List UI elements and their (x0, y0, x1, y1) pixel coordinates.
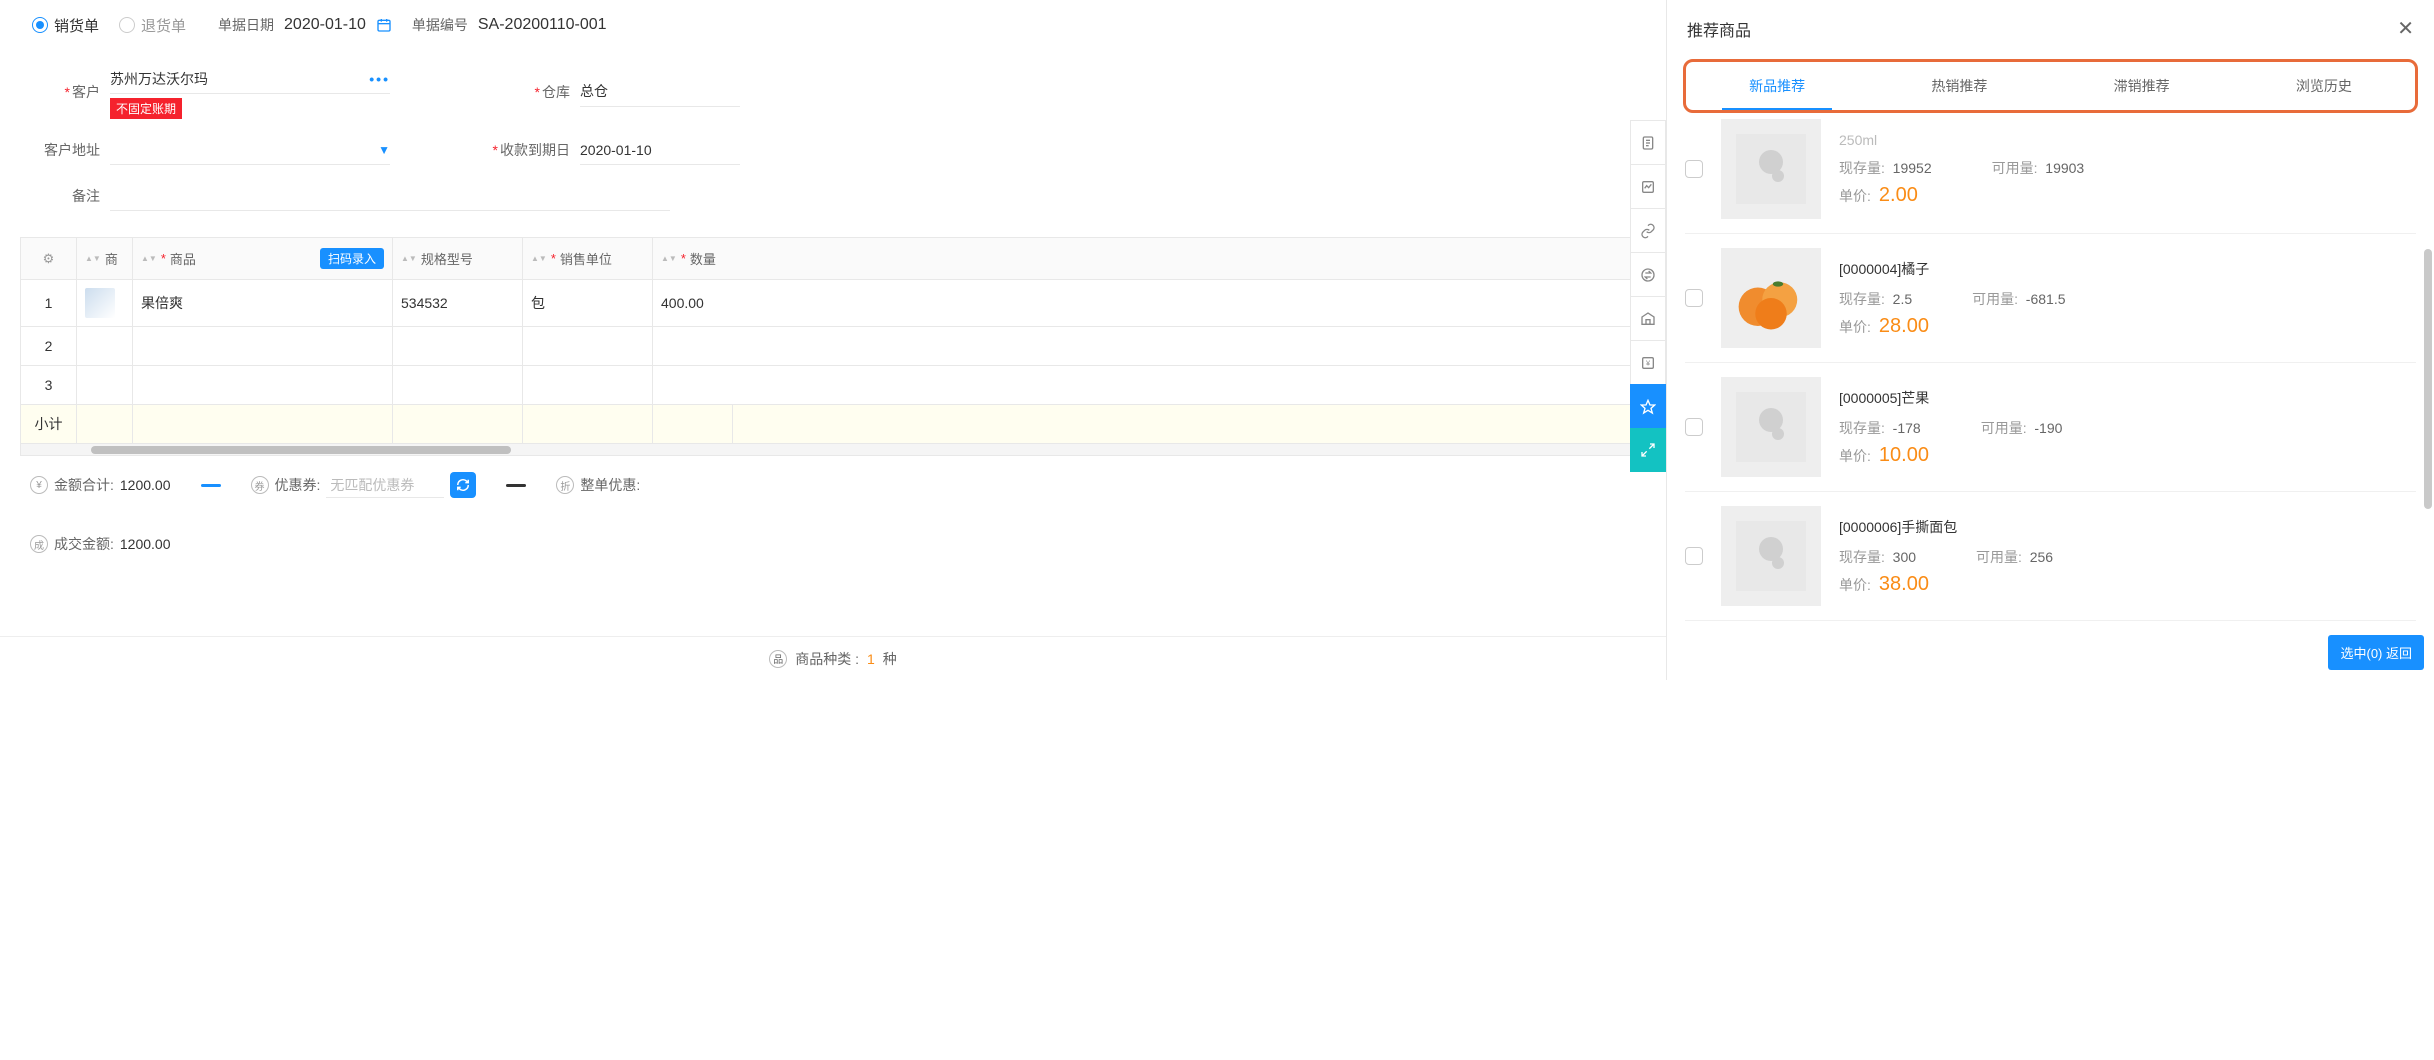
deal-icon: 成 (30, 535, 48, 553)
coupon-field: 券 优惠券: 无匹配优惠券 (251, 472, 477, 498)
side-stock-icon[interactable] (1630, 296, 1666, 340)
subtotal-row: 小计 (21, 405, 1645, 443)
footer-bar: 品 商品种类 : 1 种 (0, 636, 1666, 680)
doc-no-field: 单据编号 SA-20200110-001 (412, 15, 607, 35)
sort-icon[interactable]: ▲▼ (141, 256, 157, 262)
scan-input-button[interactable]: 扫码录入 (320, 248, 384, 269)
customer-field: *客户 苏州万达沃尔玛 ••• 不固定账期 (20, 64, 390, 119)
due-date-field: *收款到期日 2020-01-10 (490, 135, 740, 165)
radio-dot-icon (32, 17, 48, 33)
doc-no-label: 单据编号 (412, 15, 468, 35)
coupon-icon: 券 (251, 476, 269, 494)
yen-icon: ¥ (30, 476, 48, 494)
table-row[interactable]: 1果倍爽534532包400.00 (21, 280, 1645, 327)
radio-sales-order[interactable]: 销货单 (32, 15, 99, 36)
item-image (1721, 248, 1821, 348)
amount-total: ¥ 金额合计: 1200.00 (30, 475, 171, 495)
vertical-scrollbar[interactable] (2424, 249, 2432, 509)
doc-date-label: 单据日期 (218, 15, 274, 35)
recommend-item: [0000005]芒果现存量: -178可用量: -190单价:10.00 (1685, 363, 2416, 492)
radio-return-order[interactable]: 退货单 (119, 15, 186, 36)
sort-icon[interactable]: ▲▼ (85, 256, 101, 262)
sort-icon[interactable]: ▲▼ (661, 256, 677, 262)
doc-no-value: SA-20200110-001 (478, 16, 607, 34)
whole-discount: 折 整单优惠: (556, 475, 640, 495)
table-row[interactable]: 2 (21, 327, 1645, 366)
radio-circle-icon (119, 17, 135, 33)
recommend-tabs-highlight: 新品推荐热销推荐滞销推荐浏览历史 (1683, 59, 2418, 113)
doc-date-value[interactable]: 2020-01-10 (284, 16, 366, 34)
side-toolbar: ¥ (1630, 120, 1666, 472)
refresh-icon[interactable] (450, 472, 476, 498)
side-link-icon[interactable] (1630, 208, 1666, 252)
warehouse-input[interactable]: 总仓 (580, 77, 740, 107)
svg-text:¥: ¥ (1646, 358, 1651, 367)
item-checkbox[interactable] (1685, 418, 1703, 436)
recommend-tab[interactable]: 滞销推荐 (2051, 66, 2233, 106)
customer-tag: 不固定账期 (110, 98, 182, 119)
side-expand-icon[interactable] (1630, 428, 1666, 472)
side-star-icon[interactable] (1630, 384, 1666, 428)
warehouse-field: *仓库 总仓 (490, 77, 740, 107)
item-checkbox[interactable] (1685, 547, 1703, 565)
calendar-icon[interactable] (376, 17, 392, 33)
recommend-list: 250ml现存量: 19952可用量: 19903单价:2.00[0000004… (1667, 119, 2434, 680)
sort-icon[interactable]: ▲▼ (401, 256, 417, 262)
close-icon[interactable]: ✕ (2397, 16, 2414, 41)
recommend-item: [0000006]手撕面包现存量: 300可用量: 256单价:38.00 (1685, 492, 2416, 621)
recommend-item: [0000004]橘子现存量: 2.5可用量: -681.5单价:28.00 (1685, 234, 2416, 363)
address-input[interactable]: ▼ (110, 135, 390, 165)
form-area: *客户 苏州万达沃尔玛 ••• 不固定账期 *仓库 总仓 (0, 50, 1666, 237)
item-image (1721, 119, 1821, 219)
recommend-item: 250ml现存量: 19952可用量: 19903单价:2.00 (1685, 119, 2416, 234)
item-image (1721, 506, 1821, 606)
recommend-title: 推荐商品 (1687, 17, 1751, 41)
item-name: [0000005]芒果 (1839, 388, 2416, 408)
side-exchange-icon[interactable] (1630, 252, 1666, 296)
item-name: [0000006]手撕面包 (1839, 517, 2416, 537)
selected-return-button[interactable]: 选中(0) 返回 (2328, 635, 2424, 670)
due-date-input[interactable]: 2020-01-10 (580, 135, 740, 165)
items-table: ⚙ ▲▼商 ▲▼*商品扫码录入 ▲▼规格型号 ▲▼*销售单位 ▲▼*数量 1果倍… (20, 237, 1646, 456)
table-row[interactable]: 3 (21, 366, 1645, 405)
minus-icon (506, 484, 526, 487)
item-image (1721, 377, 1821, 477)
deal-amount: 成 成交金额: 1200.00 (30, 534, 171, 554)
ellipsis-icon[interactable]: ••• (369, 71, 390, 87)
remark-input[interactable] (110, 181, 670, 211)
discount-icon: 折 (556, 476, 574, 494)
item-name: [0000004]橘子 (1839, 259, 2416, 279)
coupon-input[interactable]: 无匹配优惠券 (326, 473, 444, 498)
item-checkbox[interactable] (1685, 160, 1703, 178)
side-currency-icon[interactable]: ¥ (1630, 340, 1666, 384)
totals-area: ¥ 金额合计: 1200.00 券 优惠券: 无匹配优惠券 折 整单优惠: 成 (0, 456, 1666, 570)
kinds-icon: 品 (769, 650, 787, 668)
table-header: ⚙ ▲▼商 ▲▼*商品扫码录入 ▲▼规格型号 ▲▼*销售单位 ▲▼*数量 (21, 238, 1645, 280)
customer-input[interactable]: 苏州万达沃尔玛 ••• (110, 64, 390, 94)
doc-date-field: 单据日期 2020-01-10 (218, 15, 392, 35)
doc-type-radio-group: 销货单 退货单 (20, 7, 198, 44)
chevron-down-icon[interactable]: ▼ (378, 143, 390, 157)
recommend-tab[interactable]: 浏览历史 (2233, 66, 2415, 106)
gear-icon[interactable]: ⚙ (43, 251, 55, 267)
recommend-tab[interactable]: 新品推荐 (1686, 66, 1868, 106)
recommend-tab[interactable]: 热销推荐 (1868, 66, 2050, 106)
side-chart-icon[interactable] (1630, 164, 1666, 208)
side-note-icon[interactable] (1630, 120, 1666, 164)
product-thumb (85, 288, 115, 318)
minus-icon (201, 484, 221, 487)
top-row: 销货单 退货单 单据日期 2020-01-10 单据编号 SA-20200110… (0, 0, 1666, 50)
remark-field: 备注 (20, 181, 670, 211)
recommend-panel: 推荐商品 ✕ 新品推荐热销推荐滞销推荐浏览历史 250ml现存量: 19952可… (1666, 0, 2434, 680)
address-field: 客户地址 ▼ (20, 135, 390, 165)
sort-icon[interactable]: ▲▼ (531, 256, 547, 262)
item-checkbox[interactable] (1685, 289, 1703, 307)
horizontal-scrollbar[interactable] (21, 443, 1645, 455)
